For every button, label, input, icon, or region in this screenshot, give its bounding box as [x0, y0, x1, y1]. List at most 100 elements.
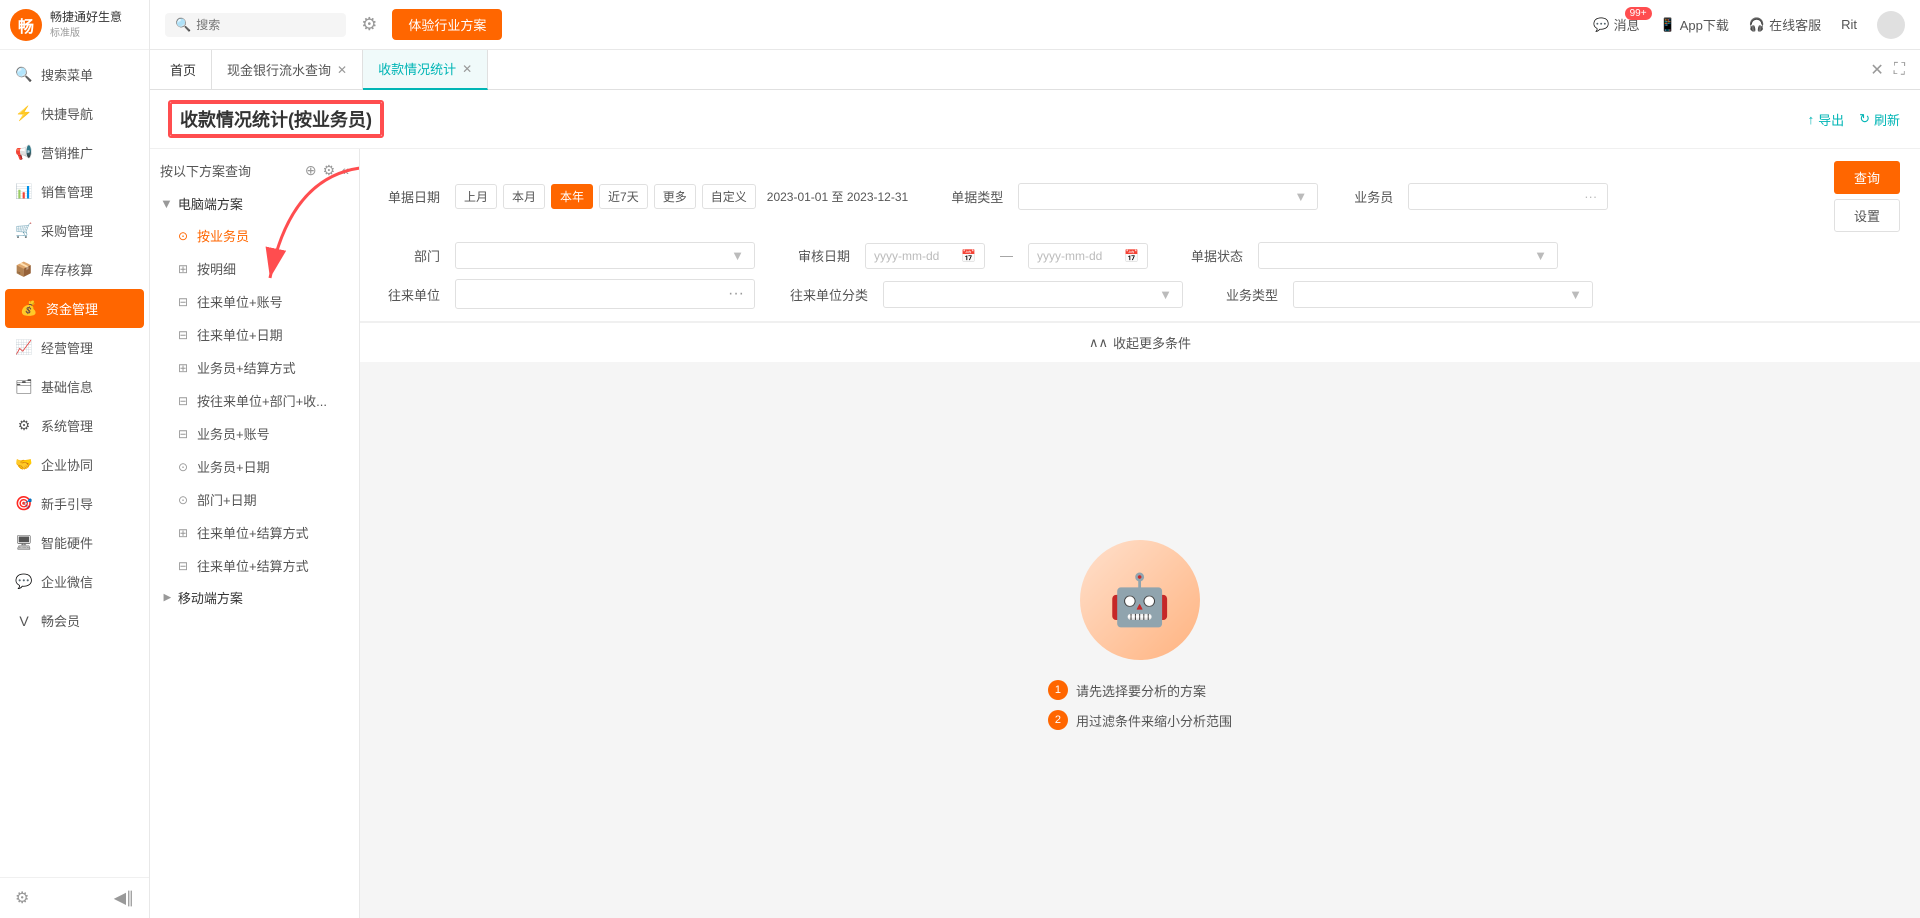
- refresh-button[interactable]: ↻ 刷新: [1859, 110, 1900, 129]
- tab-collect[interactable]: 收款情况统计 ✕: [363, 50, 488, 90]
- partner-type-select[interactable]: ▼: [883, 281, 1183, 308]
- type-select[interactable]: ▼: [1018, 183, 1318, 210]
- sidebar-item-wechat[interactable]: 💬 企业微信: [0, 562, 149, 601]
- review-to-placeholder: yyyy-mm-dd: [1037, 249, 1102, 263]
- scheme-label-detail: 按明细: [197, 259, 236, 278]
- date-btn-thisyear[interactable]: 本年: [551, 184, 593, 209]
- sidebar-label-cooperation: 企业协同: [41, 455, 93, 474]
- export-button[interactable]: ↑ 导出: [1808, 110, 1845, 129]
- scheme-label-dd: 部门+日期: [197, 490, 257, 509]
- collapse-bar[interactable]: ∧∧ 收起更多条件: [360, 322, 1920, 362]
- scheme-icon-pa: ⊟: [175, 294, 191, 310]
- user-name[interactable]: Rit: [1841, 17, 1857, 32]
- sidebar-item-operations[interactable]: 📈 经营管理: [0, 328, 149, 367]
- scheme-item-salesman[interactable]: ⊙ 按业务员: [150, 219, 359, 252]
- page-title: 收款情况统计(按业务员): [170, 102, 382, 136]
- sidebar-item-guide[interactable]: 🎯 新手引导: [0, 484, 149, 523]
- scheme-item-partner-date[interactable]: ⊟ 往来单位+日期: [150, 318, 359, 351]
- status-select[interactable]: ▼: [1258, 242, 1558, 269]
- export-icon: ↑: [1808, 112, 1815, 127]
- biz-type-label: 业务类型: [1218, 285, 1278, 304]
- panel-settings-icon[interactable]: ⚙: [323, 162, 336, 179]
- filter-row-2: 部门 ▼ 审核日期 yyyy-mm-dd 📅 — yyyy-mm-dd: [380, 242, 1900, 269]
- scheme-item-detail[interactable]: ⊞ 按明细: [150, 252, 359, 285]
- dept-select[interactable]: ▼: [455, 242, 755, 269]
- export-label: 导出: [1818, 110, 1844, 129]
- tab-bank-close[interactable]: ✕: [337, 63, 347, 77]
- scheme-item-salesman-date[interactable]: ⊙ 业务员+日期: [150, 450, 359, 483]
- sidebar-item-hardware[interactable]: 🖥 智能硬件: [0, 523, 149, 562]
- salesman-select[interactable]: ···: [1408, 183, 1608, 210]
- sidebar-label-guide: 新手引导: [41, 494, 93, 513]
- date-filter: 上月 本月 本年 近7天 更多 自定义 2023-01-01 至 2023-12…: [455, 184, 908, 209]
- calendar-to-icon[interactable]: 📅: [1124, 249, 1139, 263]
- app-download-button[interactable]: 📱 App下载: [1660, 15, 1729, 34]
- cooperation-icon: 🤝: [15, 456, 33, 474]
- partner-select[interactable]: ···: [455, 279, 755, 309]
- date-label: 单据日期: [380, 187, 440, 206]
- scheme-item-partner-dept[interactable]: ⊟ 按往来单位+部门+收...: [150, 384, 359, 417]
- date-btn-thismonth[interactable]: 本月: [503, 184, 545, 209]
- scheme-item-dept-date[interactable]: ⊙ 部门+日期: [150, 483, 359, 516]
- tab-fullscreen-icon[interactable]: ⛶: [1894, 61, 1905, 79]
- tabs-controls: ✕ ⛶: [1870, 60, 1915, 80]
- sidebar-item-marketing[interactable]: 📢 营销推广: [0, 133, 149, 172]
- sidebar-item-purchase[interactable]: 🛒 采购管理: [0, 211, 149, 250]
- review-from-placeholder: yyyy-mm-dd: [874, 249, 939, 263]
- salesman-label: 业务员: [1333, 187, 1393, 206]
- date-btn-lastmonth[interactable]: 上月: [455, 184, 497, 209]
- salesman-dots[interactable]: ···: [1584, 189, 1597, 204]
- scheme-icon-detail: ⊞: [175, 261, 191, 277]
- calendar-from-icon[interactable]: 📅: [961, 249, 976, 263]
- date-btn-7days[interactable]: 近7天: [599, 184, 648, 209]
- scheme-icon-ps2: ⊟: [175, 558, 191, 574]
- date-btn-custom[interactable]: 自定义: [702, 184, 756, 209]
- date-btn-more[interactable]: 更多: [654, 184, 696, 209]
- settings-icon[interactable]: ⚙: [15, 888, 29, 908]
- tab-collect-close[interactable]: ✕: [462, 62, 472, 76]
- sidebar-item-search[interactable]: 🔍 搜索菜单: [0, 55, 149, 94]
- sidebar-item-basic[interactable]: 🗂 基础信息: [0, 367, 149, 406]
- scheme-group-mobile-title[interactable]: ▼ 移动端方案: [150, 582, 359, 613]
- sidebar-item-quicknav[interactable]: ⚡ 快捷导航: [0, 94, 149, 133]
- tab-close-all-icon[interactable]: ✕: [1870, 60, 1883, 80]
- user-avatar[interactable]: [1877, 11, 1905, 39]
- marketing-icon: 📢: [15, 144, 33, 162]
- sidebar-label-wechat: 企业微信: [41, 572, 93, 591]
- sidebar-item-inventory[interactable]: 📦 库存核算: [0, 250, 149, 289]
- scheme-group-desktop-title[interactable]: ▼ 电脑端方案: [150, 188, 359, 219]
- tab-home[interactable]: 首页: [155, 50, 212, 90]
- service-button[interactable]: 🎧 在线客服: [1749, 15, 1821, 34]
- scheme-label-ps2: 往来单位+结算方式: [197, 556, 309, 575]
- scheme-item-partner-settle1[interactable]: ⊞ 往来单位+结算方式: [150, 516, 359, 549]
- review-date-from[interactable]: yyyy-mm-dd 📅: [865, 243, 985, 269]
- scheme-item-partner-account[interactable]: ⊟ 往来单位+账号: [150, 285, 359, 318]
- partner-dots[interactable]: ···: [728, 285, 744, 303]
- scheme-item-salesman-settle[interactable]: ⊞ 业务员+结算方式: [150, 351, 359, 384]
- query-button[interactable]: 查询: [1834, 161, 1900, 194]
- set-button[interactable]: 设置: [1834, 199, 1900, 232]
- hardware-icon: 🖥: [15, 534, 33, 552]
- search-box[interactable]: 🔍: [165, 13, 346, 37]
- panel-add-icon[interactable]: ⊕: [305, 162, 317, 179]
- scheme-item-partner-settle2[interactable]: ⊟ 往来单位+结算方式: [150, 549, 359, 582]
- sidebar-item-sales[interactable]: 📊 销售管理: [0, 172, 149, 211]
- trial-button[interactable]: 体验行业方案: [392, 9, 502, 40]
- sidebar-label-system: 系统管理: [41, 416, 93, 435]
- review-date-to[interactable]: yyyy-mm-dd 📅: [1028, 243, 1148, 269]
- tab-bank[interactable]: 现金银行流水查询 ✕: [212, 50, 363, 90]
- sidebar-item-system[interactable]: ⚙ 系统管理: [0, 406, 149, 445]
- sidebar-item-member[interactable]: V 畅会员: [0, 601, 149, 640]
- settings-gear-icon[interactable]: ⚙: [361, 14, 377, 35]
- partner-type-chevron: ▼: [1159, 287, 1172, 302]
- sidebar-item-cooperation[interactable]: 🤝 企业协同: [0, 445, 149, 484]
- search-input[interactable]: [196, 18, 336, 32]
- scheme-item-salesman-account[interactable]: ⊟ 业务员+账号: [150, 417, 359, 450]
- scheme-icon-dd: ⊙: [175, 492, 191, 508]
- collapse-icon[interactable]: ◀∥: [114, 888, 134, 908]
- biz-type-select[interactable]: ▼: [1293, 281, 1593, 308]
- panel-collapse-icon[interactable]: «: [341, 162, 349, 179]
- sidebar-item-finance[interactable]: 💰 资金管理: [5, 289, 144, 328]
- message-button[interactable]: 💬 消息 99+: [1593, 15, 1639, 34]
- message-badge: 99+: [1625, 7, 1652, 20]
